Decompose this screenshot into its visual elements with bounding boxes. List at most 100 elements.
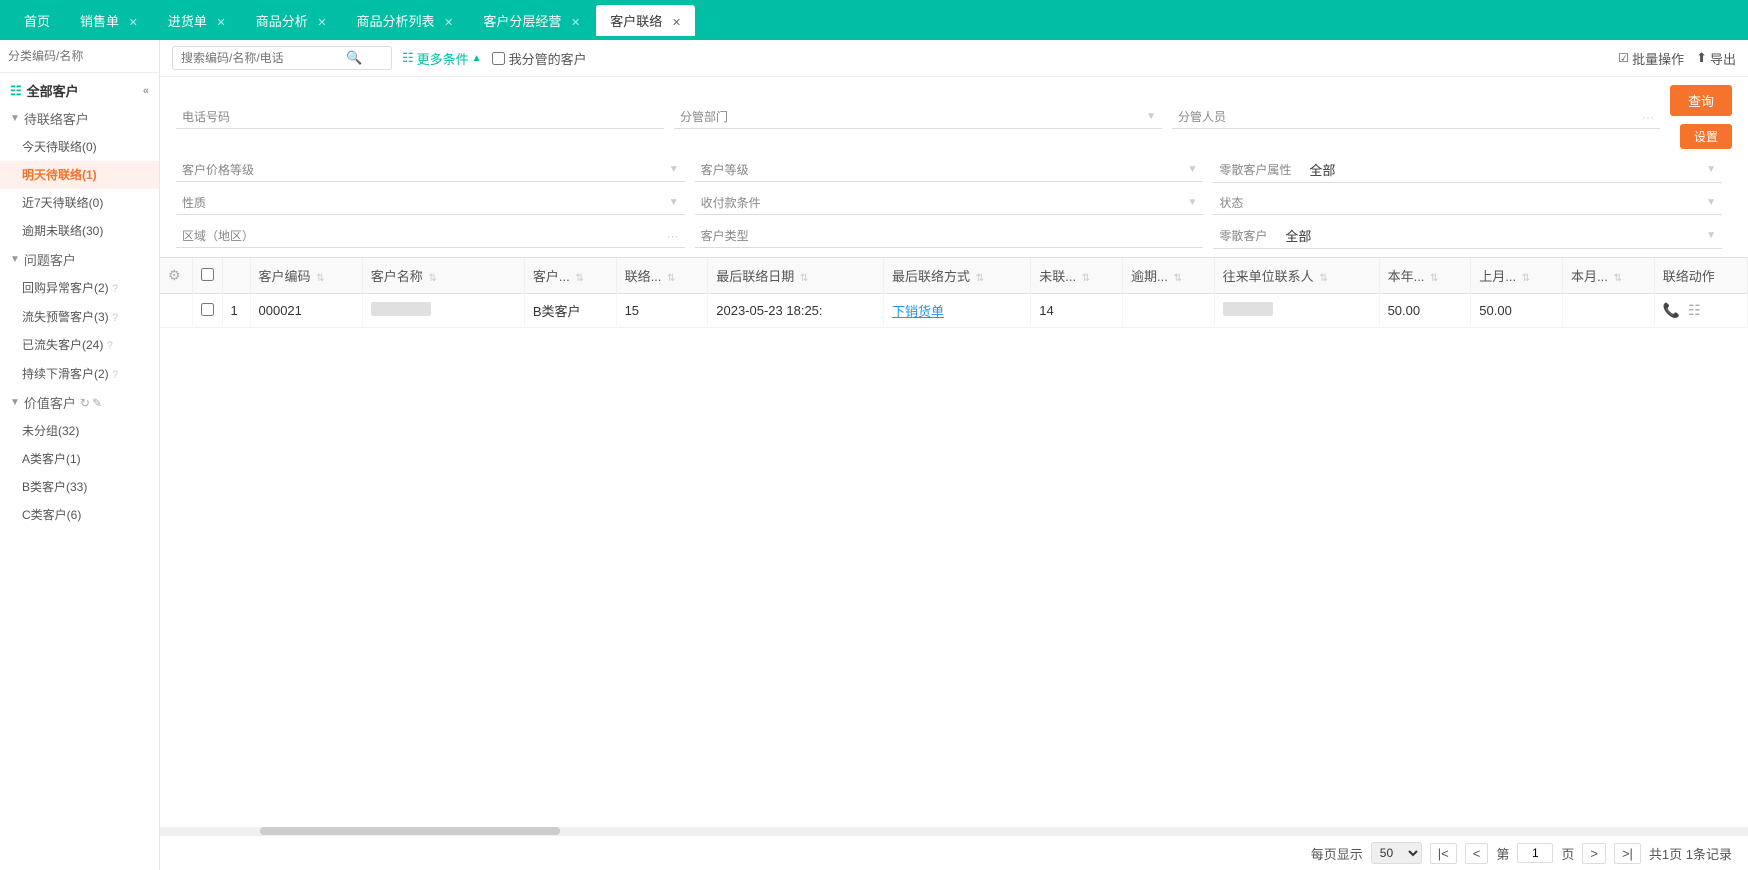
table-row: 1 000021 B类客户 15 2023-05-23 18:25: 下销货单 …	[160, 294, 1748, 328]
retail-customer-field: 零散客户 全部 ▼	[1213, 223, 1722, 249]
group-problem-customers[interactable]: ▼ 问题客户	[0, 245, 159, 274]
sidebar-item-overdue-contact[interactable]: 逾期未联络(30)	[0, 217, 159, 245]
retail-attr-value: 全部	[1309, 160, 1335, 179]
person-field: 分管人员 ···	[1172, 105, 1660, 129]
customer-level-dropdown-icon[interactable]: ▼	[1187, 164, 1197, 175]
bulk-ops-button[interactable]: ☑ 批量操作	[1618, 49, 1684, 68]
sort-level-icon[interactable]: ⇅	[575, 273, 583, 284]
page-size-select[interactable]: 50 100 200	[1371, 842, 1422, 864]
sidebar-item-c-customers[interactable]: C类客户(6)	[0, 501, 159, 529]
close-sales-icon[interactable]: ✕	[129, 17, 138, 29]
group-problem-customers-label: 问题客户	[24, 250, 76, 269]
close-product-analysis-list-icon[interactable]: ✕	[444, 17, 453, 29]
prev-page-button[interactable]: <	[1465, 843, 1489, 864]
refresh-icon[interactable]: ↻	[80, 396, 90, 410]
close-customer-contact-icon[interactable]: ✕	[672, 17, 681, 29]
customer-type-field: 客户类型	[695, 224, 1204, 248]
group-value-customers-label: 价值客户	[24, 393, 76, 412]
region-ellipsis-icon[interactable]: ···	[667, 229, 679, 243]
sort-unit-contact-icon[interactable]: ⇅	[1319, 273, 1327, 284]
dept-label: 分管部门	[680, 108, 728, 125]
group-value-customers[interactable]: ▼ 价值客户 ↻ ✎	[0, 388, 159, 417]
sort-this-month-icon[interactable]: ⇅	[1613, 273, 1621, 284]
sidebar-item-ungrouped[interactable]: 未分组(32)	[0, 417, 159, 445]
set-button[interactable]: 设置	[1680, 124, 1732, 149]
edit-group-icon[interactable]: ✎	[92, 396, 102, 410]
h-scroll-bar[interactable]	[160, 827, 1748, 835]
table-footer: 每页显示 50 100 200 |< < 第 页 > >| 共1页 1条记录	[160, 835, 1748, 870]
nav-purchase[interactable]: 进货单 ✕	[154, 5, 240, 36]
close-product-analysis-icon[interactable]: ✕	[317, 17, 326, 29]
query-button[interactable]: 查询	[1670, 85, 1732, 116]
last-month-header: 上月... ⇅	[1471, 258, 1563, 294]
first-page-button[interactable]: |<	[1430, 843, 1457, 864]
overdue-header: 逾期... ⇅	[1122, 258, 1214, 294]
my-customers-checkbox-area: 我分管的客户	[492, 49, 587, 68]
nav-home[interactable]: 首页	[10, 5, 64, 36]
nav-customer-contact[interactable]: 客户联络 ✕	[596, 5, 695, 36]
group-pending-contact[interactable]: ▼ 待联络客户	[0, 104, 159, 133]
phone-label: 电话号码	[182, 108, 230, 125]
unit-contact-header-label: 往来单位联系人	[1223, 269, 1314, 284]
sidebar-item-repurchase-abnormal[interactable]: 回购异常客户(2) ?	[0, 274, 159, 303]
sort-uncontacted-icon[interactable]: ⇅	[1082, 273, 1090, 284]
sort-name-icon[interactable]: ⇅	[428, 273, 436, 284]
status-dropdown-icon[interactable]: ▼	[1706, 197, 1716, 208]
sidebar-item-declining-customers[interactable]: 持续下滑客户(2) ?	[0, 360, 159, 389]
last-contact-method-header: 最后联络方式 ⇅	[883, 258, 1030, 294]
adv-filter-panel: 电话号码 分管部门 ▼ 分管人员 ··· 查询 设置 客户价格等级	[160, 77, 1748, 258]
sidebar-item-tomorrow-contact[interactable]: 明天待联络(1)	[0, 161, 159, 189]
price-level-dropdown-icon[interactable]: ▼	[669, 164, 679, 175]
sidebar-item-lost-customers[interactable]: 已流失客户(24) ?	[0, 331, 159, 360]
sidebar-item-lost-warning[interactable]: 流失预警客户(3) ?	[0, 303, 159, 332]
nav-product-analysis[interactable]: 商品分析 ✕	[242, 5, 341, 36]
dept-dropdown-icon[interactable]: ▼	[1146, 111, 1156, 122]
sidebar-item-a-customers[interactable]: A类客户(1)	[0, 445, 159, 473]
gear-icon[interactable]: ⚙	[168, 267, 181, 283]
sidebar: 🔍 ☷ 全部客户 « ▼ 待联络客户 今天待联络(0) 明天待联络(1) 近7天…	[0, 40, 160, 870]
export-button[interactable]: ⬆ 导出	[1696, 49, 1736, 68]
sidebar-item-7days-contact[interactable]: 近7天待联络(0)	[0, 189, 159, 217]
uncontacted-header: 未联... ⇅	[1031, 258, 1123, 294]
sort-contacts-icon[interactable]: ⇅	[667, 273, 675, 284]
search-icon[interactable]: 🔍	[346, 50, 362, 66]
sort-overdue-icon[interactable]: ⇅	[1173, 273, 1181, 284]
sort-code-icon[interactable]: ⇅	[316, 273, 324, 284]
search-input[interactable]	[181, 51, 341, 65]
more-conditions-button[interactable]: ☷ 更多条件 ▲	[402, 49, 482, 68]
sidebar-item-today-contact[interactable]: 今天待联络(0)	[0, 133, 159, 161]
sidebar-item-b-customers[interactable]: B类客户(33)	[0, 473, 159, 501]
unit-contact-header: 往来单位联系人 ⇅	[1214, 258, 1379, 294]
retail-attr-label: 零散客户属性	[1219, 161, 1291, 178]
contact-action-icon[interactable]: 📞	[1663, 302, 1680, 319]
collapse-icon[interactable]: «	[143, 85, 149, 97]
sort-this-year-icon[interactable]: ⇅	[1430, 273, 1438, 284]
nav-customer-layer[interactable]: 客户分层经营 ✕	[469, 5, 594, 36]
next-page-button[interactable]: >	[1582, 843, 1606, 864]
price-level-label: 客户价格等级	[182, 161, 254, 178]
retail-customer-dropdown-icon[interactable]: ▼	[1706, 230, 1716, 241]
page-input[interactable]	[1517, 843, 1553, 863]
level-header: 客户... ⇅	[524, 258, 616, 294]
sort-last-contact-date-icon[interactable]: ⇅	[800, 273, 808, 284]
last-contact-method-link[interactable]: 下销货单	[892, 304, 944, 319]
sort-last-contact-method-icon[interactable]: ⇅	[976, 273, 984, 284]
h-scroll-thumb[interactable]	[260, 827, 560, 835]
nav-sales[interactable]: 销售单 ✕	[66, 5, 152, 36]
row-select-checkbox[interactable]	[201, 303, 214, 316]
last-page-button[interactable]: >|	[1614, 843, 1641, 864]
sort-last-month-icon[interactable]: ⇅	[1522, 273, 1530, 284]
person-ellipsis-icon[interactable]: ···	[1642, 110, 1654, 124]
more-action-icon[interactable]: ☷	[1688, 302, 1701, 319]
my-customers-checkbox[interactable]	[492, 52, 505, 65]
all-customers-section[interactable]: ☷ 全部客户 «	[0, 73, 159, 104]
retail-attr-dropdown-icon[interactable]: ▼	[1706, 164, 1716, 175]
sidebar-search-input[interactable]	[8, 49, 160, 63]
close-purchase-icon[interactable]: ✕	[216, 17, 225, 29]
nature-dropdown-icon[interactable]: ▼	[669, 197, 679, 208]
nav-product-analysis-list[interactable]: 商品分析列表 ✕	[343, 5, 468, 36]
select-all-checkbox[interactable]	[201, 268, 214, 281]
close-customer-layer-icon[interactable]: ✕	[571, 17, 580, 29]
payment-dropdown-icon[interactable]: ▼	[1187, 197, 1197, 208]
person-label: 分管人员	[1178, 108, 1226, 125]
